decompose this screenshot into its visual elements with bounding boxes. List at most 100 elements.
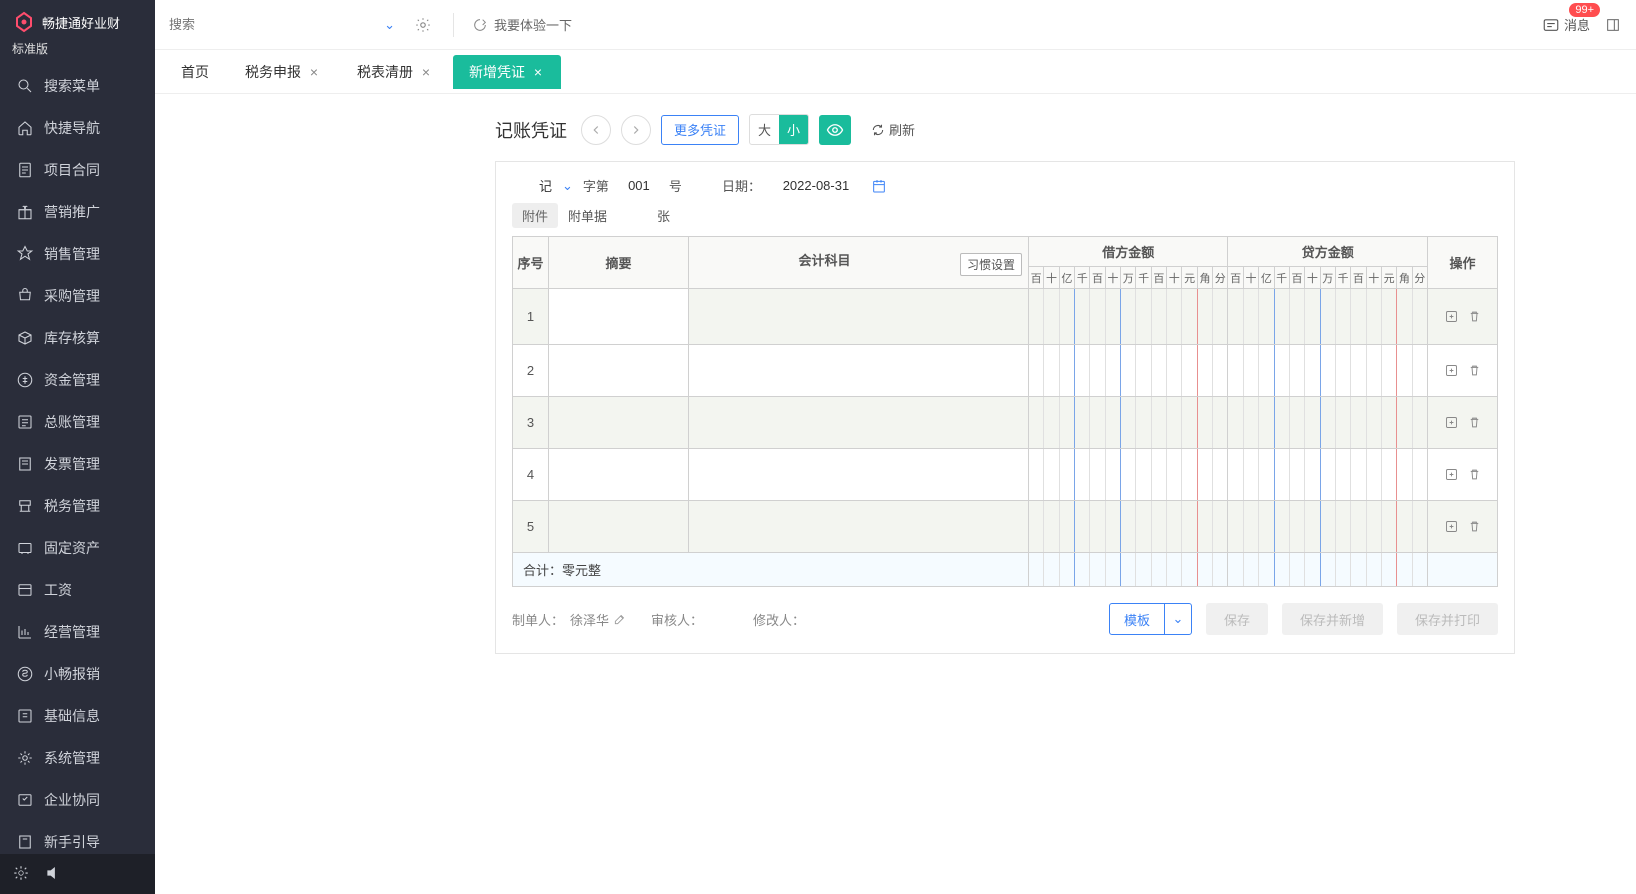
cell-credit[interactable] [1228,449,1428,501]
cell-seq: 2 [513,345,549,397]
close-icon[interactable]: × [307,65,321,79]
cell-summary[interactable] [549,449,689,501]
chevron-down-icon[interactable]: ⌄ [384,17,395,33]
invoice-icon [16,455,34,473]
cell-credit[interactable] [1228,397,1428,449]
maker-label: 制单人： [512,610,564,629]
nav-label: 资金管理 [44,370,100,390]
close-icon[interactable]: × [531,65,545,79]
digit-header: 万 [1121,267,1136,289]
cell-account[interactable] [689,501,1029,553]
digit-header: 百 [1351,267,1366,289]
th-debit: 借方金额 [1029,237,1228,267]
tab-label: 新增凭证 [469,62,525,82]
cell-account[interactable] [689,289,1029,345]
cell-debit[interactable] [1029,397,1228,449]
cell-account[interactable] [689,449,1029,501]
cell-credit[interactable] [1228,345,1428,397]
cell-seq: 4 [513,449,549,501]
chevron-down-icon[interactable]: ⌄ [562,178,573,194]
gear-icon[interactable] [411,13,435,37]
add-row-icon[interactable] [1444,363,1459,378]
size-toggle: 大 小 [749,114,809,145]
nav-marketing[interactable]: 营销推广 [0,191,155,233]
summary-input[interactable] [555,295,682,335]
voucher-type-input[interactable] [512,178,552,193]
tab-new-voucher[interactable]: 新增凭证 × [453,55,561,89]
voucher-number-input[interactable] [619,178,659,193]
cell-summary[interactable] [549,397,689,449]
nav-operation[interactable]: 经营管理 [0,611,155,653]
digit-header: 百 [1151,267,1166,289]
panel-toggle-icon[interactable] [1604,16,1622,34]
nav-invoice[interactable]: 发票管理 [0,443,155,485]
delete-row-icon[interactable] [1467,519,1482,534]
template-button[interactable]: 模板 ⌄ [1109,603,1192,635]
save-add-button[interactable]: 保存并新增 [1282,603,1383,635]
cell-debit[interactable] [1029,449,1228,501]
nav-purchase[interactable]: 采购管理 [0,275,155,317]
refresh-button[interactable]: 刷新 [871,120,915,139]
hao-label: 号 [669,176,682,195]
nav-system[interactable]: 系统管理 [0,737,155,779]
more-vouchers-button[interactable]: 更多凭证 [661,115,739,145]
settings-icon[interactable] [12,864,30,885]
nav-ledger[interactable]: 总账管理 [0,401,155,443]
habit-settings-button[interactable]: 习惯设置 [960,253,1022,276]
cell-credit[interactable] [1228,501,1428,553]
calendar-icon[interactable] [871,178,887,194]
cell-account[interactable] [689,345,1029,397]
nav-salary[interactable]: 工资 [0,569,155,611]
delete-row-icon[interactable] [1467,415,1482,430]
size-big[interactable]: 大 [750,115,779,144]
messages-button[interactable]: 99+ 消息 [1542,15,1590,34]
delete-row-icon[interactable] [1467,363,1482,378]
nav-quick[interactable]: 快捷导航 [0,107,155,149]
cell-summary[interactable] [549,501,689,553]
size-small[interactable]: 小 [779,115,808,144]
nav-basic[interactable]: 基础信息 [0,695,155,737]
nav-project[interactable]: 项目合同 [0,149,155,191]
nav-guide[interactable]: 新手引导 [0,821,155,854]
add-row-icon[interactable] [1444,519,1459,534]
cell-debit[interactable] [1029,345,1228,397]
prev-button[interactable] [581,115,611,145]
cell-account[interactable] [689,397,1029,449]
save-print-button[interactable]: 保存并打印 [1397,603,1498,635]
nav-inventory[interactable]: 库存核算 [0,317,155,359]
nav-enterprise[interactable]: 企业协同 [0,779,155,821]
nav-funds[interactable]: 资金管理 [0,359,155,401]
next-button[interactable] [621,115,651,145]
chevron-down-icon[interactable]: ⌄ [1165,611,1191,627]
tab-home[interactable]: 首页 [165,55,225,89]
nav-search-menu[interactable]: 搜索菜单 [0,65,155,107]
tab-tax-declare[interactable]: 税务申报× [229,55,337,89]
zhang-label: 张 [657,206,670,225]
cell-debit[interactable] [1029,501,1228,553]
attachment-button[interactable]: 附件 [512,203,558,228]
cell-summary[interactable] [549,345,689,397]
tab-tax-list[interactable]: 税表清册× [341,55,449,89]
nav-expense[interactable]: 小畅报销 [0,653,155,695]
nav-sales[interactable]: 销售管理 [0,233,155,275]
preview-button[interactable] [819,115,851,145]
cell-credit[interactable] [1228,289,1428,345]
nav-assets[interactable]: 固定资产 [0,527,155,569]
add-row-icon[interactable] [1444,415,1459,430]
close-icon[interactable]: × [419,65,433,79]
nav-tax[interactable]: 税务管理 [0,485,155,527]
sound-icon[interactable] [44,864,62,885]
add-row-icon[interactable] [1444,309,1459,324]
cell-summary[interactable] [549,289,689,345]
cell-debit[interactable] [1029,289,1228,345]
search-input[interactable] [169,9,399,41]
edit-icon[interactable] [613,612,627,626]
add-row-icon[interactable] [1444,467,1459,482]
try-experience-link[interactable]: 我要体验一下 [472,15,572,34]
delete-row-icon[interactable] [1467,309,1482,324]
digit-header: 十 [1105,267,1120,289]
voucher-date-input[interactable] [771,178,861,193]
save-button[interactable]: 保存 [1206,603,1268,635]
delete-row-icon[interactable] [1467,467,1482,482]
total-credit [1228,553,1428,587]
